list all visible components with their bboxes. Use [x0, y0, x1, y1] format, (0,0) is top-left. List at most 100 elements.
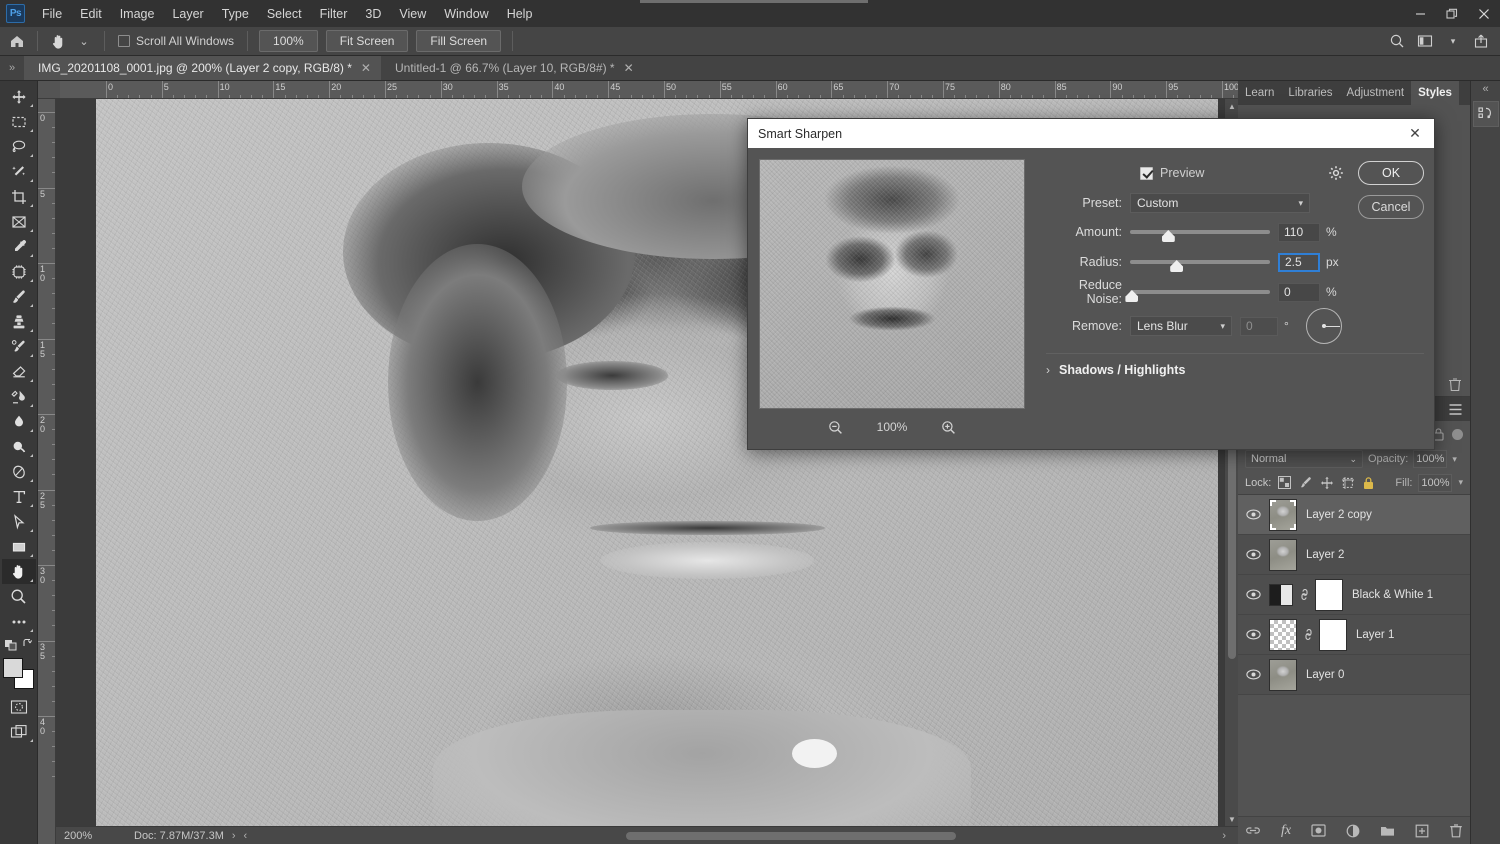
layer-visibility-icon[interactable] — [1242, 549, 1264, 560]
eyedropper-tool[interactable] — [2, 234, 36, 259]
menu-type[interactable]: Type — [213, 3, 258, 25]
reduce-noise-input[interactable]: 0 — [1278, 282, 1320, 302]
spot-healing-brush-tool[interactable] — [2, 259, 36, 284]
layer-thumbnail[interactable] — [1269, 658, 1297, 691]
ok-button[interactable]: OK — [1358, 161, 1424, 185]
vertical-ruler[interactable]: 0 5 1 0 1 5 2 0 2 5 3 0 3 5 4 0 — [38, 99, 56, 844]
menu-filter[interactable]: Filter — [311, 3, 357, 25]
default-colors-icon[interactable] — [2, 634, 36, 654]
remove-select[interactable]: Lens Blur ▾ — [1130, 316, 1232, 336]
pen-tool[interactable] — [2, 459, 36, 484]
menu-view[interactable]: View — [390, 3, 435, 25]
amount-input[interactable]: 110 — [1278, 222, 1320, 242]
menu-help[interactable]: Help — [498, 3, 542, 25]
horizontal-scroll-thumb[interactable] — [626, 832, 956, 840]
move-tool[interactable] — [2, 84, 36, 109]
document-tab-1[interactable]: IMG_20201108_0001.jpg @ 200% (Layer 2 co… — [24, 55, 381, 80]
layer-mask-link-icon[interactable] — [1302, 628, 1314, 641]
foreground-color-swatch[interactable] — [2, 658, 23, 678]
horizontal-ruler[interactable]: 0 5 10 15 20 25 30 35 40 45 50 55 60 65 70 75 80 85 90 95 10… — [38, 81, 1238, 99]
layer-visibility-icon[interactable] — [1242, 509, 1264, 520]
menu-select[interactable]: Select — [258, 3, 311, 25]
tab-libraries[interactable]: Libraries — [1281, 81, 1339, 105]
screen-mode-icon[interactable] — [2, 719, 36, 744]
layer-mask-thumbnail[interactable] — [1319, 618, 1347, 651]
lock-transparent-pixels-icon[interactable] — [1277, 475, 1292, 490]
menu-file[interactable]: File — [33, 3, 71, 25]
menu-edit[interactable]: Edit — [71, 3, 111, 25]
layer-mask-link-icon[interactable] — [1298, 588, 1310, 601]
eraser-tool[interactable] — [2, 359, 36, 384]
layer-name[interactable]: Layer 0 — [1302, 669, 1344, 681]
layer-name[interactable]: Layer 2 copy — [1302, 509, 1372, 521]
layer-name[interactable]: Black & White 1 — [1348, 589, 1433, 601]
edit-toolbar-more-icon[interactable] — [2, 609, 36, 634]
dialog-title-bar[interactable]: Smart Sharpen ✕ — [748, 119, 1434, 148]
layer-name[interactable]: Layer 1 — [1352, 629, 1394, 641]
fill-screen-button[interactable]: Fill Screen — [416, 30, 502, 52]
restore-button[interactable] — [1436, 0, 1468, 27]
layer-thumbnail[interactable] — [1269, 583, 1293, 606]
layer-style-fx-icon[interactable]: fx — [1281, 823, 1291, 839]
settings-gear-icon[interactable] — [1328, 165, 1344, 181]
collapse-panels-icon[interactable]: « — [1482, 83, 1488, 97]
crop-tool[interactable] — [2, 184, 36, 209]
tool-preset-caret-icon[interactable]: ⌄ — [71, 30, 97, 52]
table-row[interactable]: Layer 2 — [1238, 535, 1470, 575]
lock-artboard-icon[interactable] — [1340, 475, 1355, 490]
lock-all-icon[interactable] — [1361, 475, 1376, 490]
document-tab-1-close-icon[interactable]: ✕ — [361, 61, 371, 75]
radius-slider[interactable] — [1130, 253, 1270, 272]
rectangular-marquee-tool[interactable] — [2, 109, 36, 134]
path-selection-tool[interactable] — [2, 509, 36, 534]
close-button[interactable] — [1468, 0, 1500, 27]
new-layer-icon[interactable] — [1415, 824, 1429, 838]
layer-visibility-icon[interactable] — [1242, 669, 1264, 680]
preset-select[interactable]: Custom ▾ — [1130, 193, 1310, 213]
minimize-button[interactable] — [1404, 0, 1436, 27]
gradient-tool[interactable] — [2, 384, 36, 409]
scroll-down-icon[interactable]: ▼ — [1225, 812, 1238, 826]
preview-zoom-level[interactable]: 100% — [877, 420, 908, 434]
frame-tool[interactable] — [2, 209, 36, 234]
zoom-tool[interactable] — [2, 584, 36, 609]
new-adjustment-layer-icon[interactable] — [1346, 824, 1360, 838]
history-brush-tool[interactable] — [2, 334, 36, 359]
workspace-caret-icon[interactable]: ▾ — [1440, 30, 1466, 52]
opacity-chevron-icon[interactable]: ▾ — [1452, 454, 1457, 465]
angle-dial[interactable] — [1306, 308, 1342, 344]
document-tab-2[interactable]: Untitled-1 @ 66.7% (Layer 10, RGB/8#) * … — [380, 55, 644, 80]
fit-screen-button[interactable]: Fit Screen — [325, 30, 409, 52]
fill-value[interactable]: 100% — [1418, 473, 1453, 492]
dodge-tool[interactable] — [2, 434, 36, 459]
angle-input[interactable]: 0 — [1240, 316, 1278, 336]
layer-name[interactable]: Layer 2 — [1302, 549, 1344, 561]
scroll-all-windows-checkbox[interactable]: Scroll All Windows — [112, 34, 240, 48]
layer-thumbnail[interactable] — [1269, 538, 1297, 571]
link-layers-icon[interactable] — [1245, 825, 1261, 836]
canvas-horizontal-scrollbar[interactable] — [356, 830, 1216, 842]
zoom-in-icon[interactable] — [941, 420, 956, 435]
layer-thumbnail[interactable] — [1269, 498, 1297, 531]
brush-tool[interactable] — [2, 284, 36, 309]
zoom-100-button[interactable]: 100% — [259, 30, 318, 52]
clone-stamp-tool[interactable] — [2, 309, 36, 334]
document-size-info[interactable]: Doc: 7.87M/37.3M — [112, 830, 224, 842]
table-row[interactable]: Layer 2 copy — [1238, 495, 1470, 535]
hand-tool[interactable] — [1, 559, 36, 584]
tab-styles[interactable]: Styles — [1411, 81, 1459, 105]
layer-mask-thumbnail[interactable] — [1315, 578, 1343, 611]
search-icon[interactable] — [1384, 30, 1410, 52]
lock-image-pixels-icon[interactable] — [1298, 475, 1313, 490]
amount-slider[interactable] — [1130, 223, 1270, 242]
home-icon[interactable] — [4, 30, 30, 52]
zoom-level[interactable]: 200% — [56, 830, 112, 842]
fill-chevron-icon[interactable]: ▾ — [1458, 477, 1463, 488]
opacity-value[interactable]: 100% — [1413, 450, 1448, 468]
status-expand-icon[interactable]: › — [224, 830, 244, 842]
smart-sharpen-dialog[interactable]: Smart Sharpen ✕ 100% Preview OK Cancel P… — [747, 118, 1435, 450]
delete-icon[interactable] — [1448, 377, 1462, 392]
add-layer-mask-icon[interactable] — [1311, 824, 1326, 837]
radius-input[interactable]: 2.5 — [1278, 252, 1320, 272]
zoom-out-icon[interactable] — [828, 420, 843, 435]
